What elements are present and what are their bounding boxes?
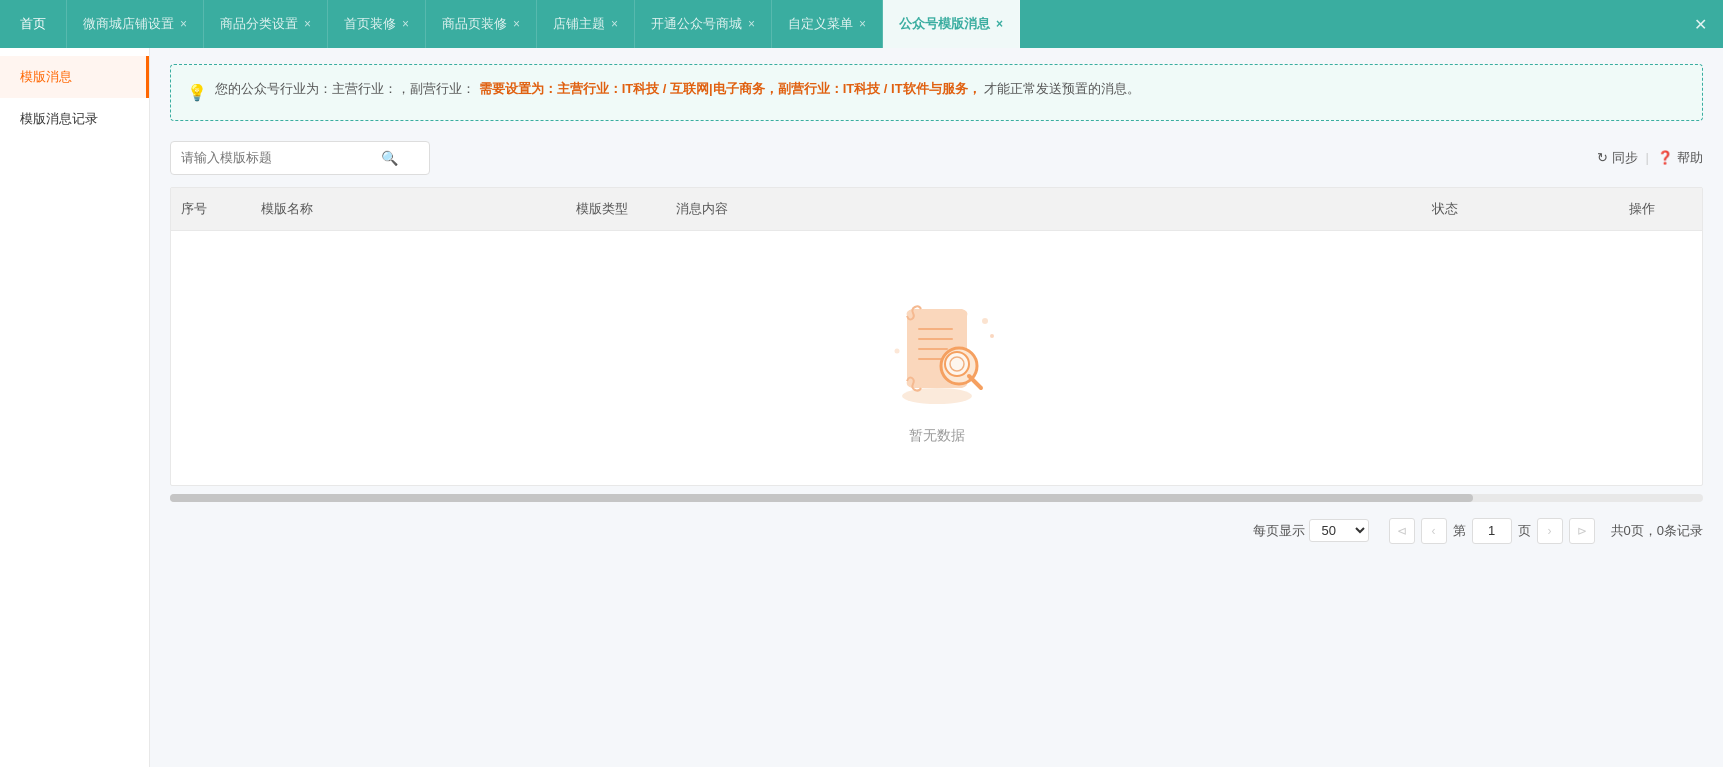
nav-tab-store-theme-label: 店铺主题 xyxy=(553,15,605,33)
th-action-label: 操作 xyxy=(1629,201,1655,216)
sidebar-item-template-msg-log[interactable]: 模版消息记录 xyxy=(0,98,149,140)
close-home-decor-icon[interactable]: × xyxy=(402,17,409,31)
sidebar-item-template-msg-label: 模版消息 xyxy=(20,69,72,84)
svg-point-11 xyxy=(894,348,899,353)
page-prefix-label: 第 xyxy=(1453,522,1466,540)
search-bar: 🔍 ↻ 同步 | ❓ 帮助 xyxy=(170,141,1703,175)
top-nav: 首页 微商城店铺设置 × 商品分类设置 × 首页装修 × 商品页装修 × 店铺主… xyxy=(0,0,1723,48)
nav-tab-category-label: 商品分类设置 xyxy=(220,15,298,33)
sync-label: 同步 xyxy=(1612,149,1638,167)
toolbar-divider: | xyxy=(1646,150,1649,165)
nav-tab-store-theme[interactable]: 店铺主题 × xyxy=(537,0,635,48)
nav-tab-template-msg[interactable]: 公众号模版消息 × xyxy=(883,0,1020,48)
th-content-label: 消息内容 xyxy=(676,201,728,216)
notice-box: 💡 您的公众号行业为：主营行业：，副营行业： 需要设置为：主营行业：IT科技 /… xyxy=(170,64,1703,121)
empty-state: 暂无数据 xyxy=(171,231,1702,485)
page-size-dropdown[interactable]: 50 20 100 xyxy=(1309,519,1369,542)
current-page-input[interactable] xyxy=(1472,518,1512,544)
page-size-select: 每页显示 50 20 100 xyxy=(1253,519,1373,542)
main-layout: 模版消息 模版消息记录 💡 您的公众号行业为：主营行业：，副营行业： 需要设置为… xyxy=(0,48,1723,767)
notice-highlight: 需要设置为：主营行业：IT科技 / 互联网|电子商务，副营行业：IT科技 / I… xyxy=(479,81,981,96)
sidebar: 模版消息 模版消息记录 xyxy=(0,48,150,767)
nav-tab-wsc-settings[interactable]: 微商城店铺设置 × xyxy=(67,0,204,48)
nav-tab-category[interactable]: 商品分类设置 × xyxy=(204,0,328,48)
svg-point-6 xyxy=(945,352,969,376)
close-product-decor-icon[interactable]: × xyxy=(513,17,520,31)
close-wsc-settings-icon[interactable]: × xyxy=(180,17,187,31)
notice-suffix: 才能正常发送预置的消息。 xyxy=(984,81,1140,96)
th-name: 模版名称 xyxy=(251,188,566,230)
empty-illustration xyxy=(877,291,997,411)
first-page-button[interactable]: ⊲ xyxy=(1389,518,1415,544)
th-type-label: 模版类型 xyxy=(576,201,628,216)
nav-tab-product-decor-label: 商品页装修 xyxy=(442,15,507,33)
sync-icon: ↻ xyxy=(1597,150,1608,165)
close-all-button[interactable]: ✕ xyxy=(1678,0,1723,48)
th-content: 消息内容 xyxy=(666,188,1422,230)
data-table: 序号 模版名称 模版类型 消息内容 状态 操作 xyxy=(170,187,1703,486)
empty-text: 暂无数据 xyxy=(909,427,965,445)
close-store-theme-icon[interactable]: × xyxy=(611,17,618,31)
th-status: 状态 xyxy=(1422,188,1582,230)
nav-tab-product-decor[interactable]: 商品页装修 × xyxy=(426,0,537,48)
close-category-icon[interactable]: × xyxy=(304,17,311,31)
notice-text: 您的公众号行业为：主营行业：，副营行业： 需要设置为：主营行业：IT科技 / 互… xyxy=(215,79,1140,100)
nav-tab-template-msg-label: 公众号模版消息 xyxy=(899,15,990,33)
prev-page-button[interactable]: ‹ xyxy=(1421,518,1447,544)
sidebar-item-template-msg-log-label: 模版消息记录 xyxy=(20,111,98,126)
th-seq: 序号 xyxy=(171,188,251,230)
svg-point-10 xyxy=(990,334,994,338)
nav-tab-home[interactable]: 首页 xyxy=(0,0,67,48)
search-input[interactable] xyxy=(181,150,381,165)
close-open-mall-icon[interactable]: × xyxy=(748,17,755,31)
search-icon[interactable]: 🔍 xyxy=(381,150,398,166)
close-all-icon: ✕ xyxy=(1694,15,1707,34)
help-label: 帮助 xyxy=(1677,149,1703,167)
help-button[interactable]: ❓ 帮助 xyxy=(1657,149,1703,167)
main-content: 💡 您的公众号行业为：主营行业：，副营行业： 需要设置为：主营行业：IT科技 /… xyxy=(150,48,1723,767)
horizontal-scrollbar[interactable] xyxy=(170,494,1703,502)
th-name-label: 模版名称 xyxy=(261,201,313,216)
toolbar-right: ↻ 同步 | ❓ 帮助 xyxy=(1597,149,1703,167)
page-suffix-label: 页 xyxy=(1518,522,1531,540)
svg-line-7 xyxy=(969,376,981,388)
th-action: 操作 xyxy=(1582,188,1702,230)
home-label: 首页 xyxy=(20,15,46,33)
sync-button[interactable]: ↻ 同步 xyxy=(1597,149,1638,167)
next-page-button[interactable]: › xyxy=(1537,518,1563,544)
nav-tab-wsc-settings-label: 微商城店铺设置 xyxy=(83,15,174,33)
nav-tab-custom-menu[interactable]: 自定义菜单 × xyxy=(772,0,883,48)
svg-point-0 xyxy=(902,388,972,404)
th-type: 模版类型 xyxy=(566,188,666,230)
nav-tab-open-mall-label: 开通公众号商城 xyxy=(651,15,742,33)
notice-icon: 💡 xyxy=(187,80,207,106)
search-input-wrap[interactable]: 🔍 xyxy=(170,141,430,175)
nav-tab-home-decor-label: 首页装修 xyxy=(344,15,396,33)
sidebar-item-template-msg[interactable]: 模版消息 xyxy=(0,56,149,98)
close-template-msg-icon[interactable]: × xyxy=(996,17,1003,31)
close-custom-menu-icon[interactable]: × xyxy=(859,17,866,31)
page-total: 共0页，0条记录 xyxy=(1611,522,1703,540)
scrollbar-thumb[interactable] xyxy=(170,494,1473,502)
svg-point-9 xyxy=(982,318,988,324)
th-status-label: 状态 xyxy=(1432,201,1458,216)
nav-tab-open-mall[interactable]: 开通公众号商城 × xyxy=(635,0,772,48)
table-header: 序号 模版名称 模版类型 消息内容 状态 操作 xyxy=(171,188,1702,231)
notice-prefix: 您的公众号行业为：主营行业：，副营行业： xyxy=(215,81,475,96)
pagination: 每页显示 50 20 100 ⊲ ‹ 第 页 › ⊳ 共0页，0条记录 xyxy=(170,510,1703,548)
nav-tab-custom-menu-label: 自定义菜单 xyxy=(788,15,853,33)
last-page-button[interactable]: ⊳ xyxy=(1569,518,1595,544)
th-seq-label: 序号 xyxy=(181,201,207,216)
help-icon: ❓ xyxy=(1657,150,1673,165)
nav-tab-home-decor[interactable]: 首页装修 × xyxy=(328,0,426,48)
page-size-label: 每页显示 xyxy=(1253,522,1305,540)
